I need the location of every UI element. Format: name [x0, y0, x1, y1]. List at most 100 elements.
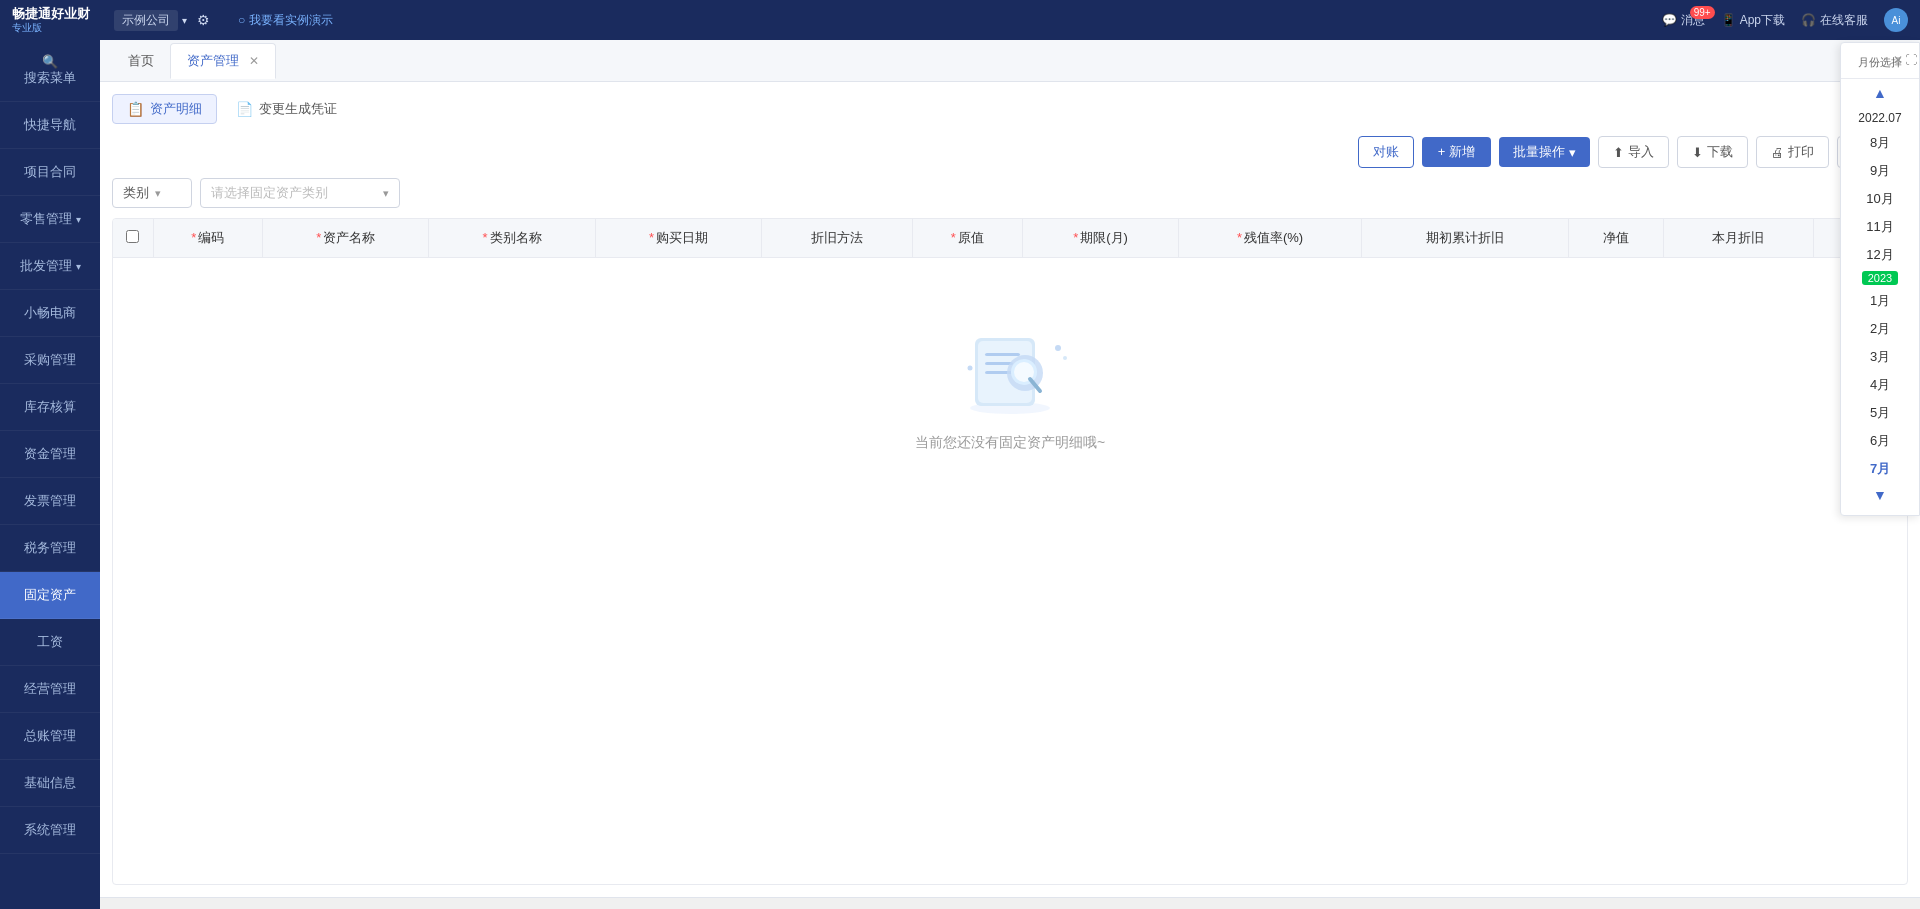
sidebar-label-salary: 工资: [8, 633, 92, 651]
download-button[interactable]: ⬇ 下载: [1677, 136, 1748, 168]
col-purchase-date: *购买日期: [595, 219, 761, 258]
empty-illustration: [950, 318, 1070, 418]
sidebar-item-fixed-assets[interactable]: 固定资产: [0, 572, 100, 619]
asset-detail-icon: 📋: [127, 101, 144, 117]
app-branding: 畅捷通好业财 专业版: [12, 6, 90, 34]
reconcile-button[interactable]: 对账: [1358, 136, 1414, 168]
sidebar-item-base-info[interactable]: 基础信息: [0, 760, 100, 807]
messages-button[interactable]: 💬 消息 99+: [1662, 12, 1705, 29]
select-all-checkbox[interactable]: [126, 230, 139, 243]
month-7[interactable]: 7月: [1841, 455, 1919, 483]
tab-asset-management[interactable]: 资产管理 ✕: [170, 43, 276, 79]
panel-close-icon[interactable]: ✕: [1893, 53, 1903, 67]
category-placeholder: 请选择固定资产类别: [211, 184, 328, 202]
category-select[interactable]: 类别 ▾: [112, 178, 192, 208]
col-category: *类别名称: [429, 219, 595, 258]
month-1[interactable]: 1月: [1841, 287, 1919, 315]
month-8[interactable]: 8月: [1841, 129, 1919, 157]
sidebar-item-project[interactable]: 项目合同: [0, 149, 100, 196]
sidebar-item-wholesale[interactable]: 批发管理 ▾: [0, 243, 100, 290]
month-panel-up-btn[interactable]: ▲: [1865, 83, 1895, 103]
sidebar-item-tax[interactable]: 税务管理: [0, 525, 100, 572]
month-12[interactable]: 12月: [1841, 241, 1919, 269]
bottom-scrollbar[interactable]: [100, 897, 1920, 909]
asset-table: *编码 *资产名称 *类别名称 *购买日期 折旧方法 *原值 *期限(月) *残…: [113, 219, 1907, 512]
sidebar-item-quick-nav[interactable]: 快捷导航: [0, 102, 100, 149]
batch-ops-button[interactable]: 批量操作 ▾: [1499, 137, 1590, 167]
tab-asset-label: 资产管理: [187, 53, 239, 68]
import-button[interactable]: ⬆ 导入: [1598, 136, 1669, 168]
panel-expand-icon[interactable]: ⛶: [1905, 53, 1917, 67]
col-period: *期限(月): [1022, 219, 1179, 258]
sidebar-item-salary[interactable]: 工资: [0, 619, 100, 666]
month-panel-nav: ▲: [1841, 83, 1919, 103]
table-header-row: *编码 *资产名称 *类别名称 *购买日期 折旧方法 *原值 *期限(月) *残…: [113, 219, 1907, 258]
headset-icon: 🎧: [1801, 13, 1816, 27]
svg-rect-4: [985, 362, 1013, 365]
sidebar-item-ledger[interactable]: 总账管理: [0, 713, 100, 760]
month-11[interactable]: 11月: [1841, 213, 1919, 241]
month-3[interactable]: 3月: [1841, 343, 1919, 371]
month-5[interactable]: 5月: [1841, 399, 1919, 427]
col-net-value: 净值: [1569, 219, 1663, 258]
phone-icon: 📱: [1721, 13, 1736, 27]
batch-ops-label: 批量操作: [1513, 143, 1565, 161]
sub-tab-change-voucher-label: 变更生成凭证: [259, 100, 337, 118]
sidebar-label-purchase: 采购管理: [8, 351, 92, 369]
sub-tab-change-voucher[interactable]: 📄 变更生成凭证: [221, 94, 352, 124]
empty-state-cell: 当前您还没有固定资产明细哦~: [113, 258, 1907, 513]
customer-service-button[interactable]: 🎧 在线客服: [1801, 12, 1868, 29]
category-input[interactable]: 请选择固定资产类别 ▾: [200, 178, 400, 208]
sidebar-item-inventory[interactable]: 库存核算: [0, 384, 100, 431]
month-2022-07[interactable]: 2022.07: [1841, 107, 1919, 129]
sub-tab-asset-detail[interactable]: 📋 资产明细: [112, 94, 217, 124]
sidebar-item-ecommerce[interactable]: 小畅电商: [0, 290, 100, 337]
sidebar-label-project: 项目合同: [8, 163, 92, 181]
download-label: 下载: [1707, 143, 1733, 161]
toolbar-right: 对账 + 新增 批量操作 ▾ ⬆ 导入 ⬇ 下载 🖨: [1358, 136, 1908, 168]
month-2[interactable]: 2月: [1841, 315, 1919, 343]
sidebar-label-retail: 零售管理: [20, 210, 72, 228]
user-avatar[interactable]: Ai: [1884, 8, 1908, 32]
app-edition: 专业版: [12, 22, 90, 34]
sidebar-item-operation[interactable]: 经营管理: [0, 666, 100, 713]
tab-home-label: 首页: [128, 53, 154, 68]
tab-home[interactable]: 首页: [112, 44, 170, 78]
avatar-text: Ai: [1892, 15, 1901, 26]
tab-close-icon[interactable]: ✕: [249, 54, 259, 68]
sidebar-label-fixed-assets: 固定资产: [8, 586, 92, 604]
col-accumulated-depreciation: 期初累计折旧: [1361, 219, 1569, 258]
sidebar-item-invoice[interactable]: 发票管理: [0, 478, 100, 525]
month-10[interactable]: 10月: [1841, 185, 1919, 213]
add-button[interactable]: + 新增: [1422, 137, 1491, 167]
sidebar-item-search[interactable]: 🔍 搜索菜单: [0, 40, 100, 102]
year-2023-marker: 2023: [1841, 269, 1919, 287]
message-icon: 💬: [1662, 13, 1677, 27]
year-marker-label: 2023: [1862, 271, 1898, 285]
print-icon: 🖨: [1771, 145, 1784, 160]
month-panel-down-btn[interactable]: ▼: [1873, 487, 1887, 503]
app-download-button[interactable]: 📱 App下载: [1721, 12, 1785, 29]
print-button[interactable]: 🖨 打印: [1756, 136, 1829, 168]
month-4[interactable]: 4月: [1841, 371, 1919, 399]
demo-link[interactable]: ○ 我要看实例演示: [238, 12, 333, 29]
sidebar-item-purchase[interactable]: 采购管理: [0, 337, 100, 384]
company-dropdown-arrow[interactable]: ▾: [182, 15, 187, 26]
batch-ops-arrow: ▾: [1569, 145, 1576, 160]
print-label: 打印: [1788, 143, 1814, 161]
sidebar-item-retail[interactable]: 零售管理 ▾: [0, 196, 100, 243]
company-selector[interactable]: 示例公司 ▾ ⚙: [114, 10, 210, 31]
settings-icon[interactable]: ⚙: [197, 12, 210, 28]
month-panel-down-nav: ▼: [1841, 483, 1919, 507]
sidebar-item-system[interactable]: 系统管理: [0, 807, 100, 854]
import-icon: ⬆: [1613, 145, 1624, 160]
demo-icon: ○: [238, 13, 245, 27]
month-9[interactable]: 9月: [1841, 157, 1919, 185]
import-label: 导入: [1628, 143, 1654, 161]
sidebar-item-fund[interactable]: 资金管理: [0, 431, 100, 478]
search-icon: 🔍: [42, 54, 58, 69]
page-content: 📋 资产明细 📄 变更生成凭证 对账 + 新增 批量操作: [100, 82, 1920, 897]
sidebar-label-base-info: 基础信息: [8, 774, 92, 792]
month-6[interactable]: 6月: [1841, 427, 1919, 455]
svg-point-10: [1055, 345, 1061, 351]
